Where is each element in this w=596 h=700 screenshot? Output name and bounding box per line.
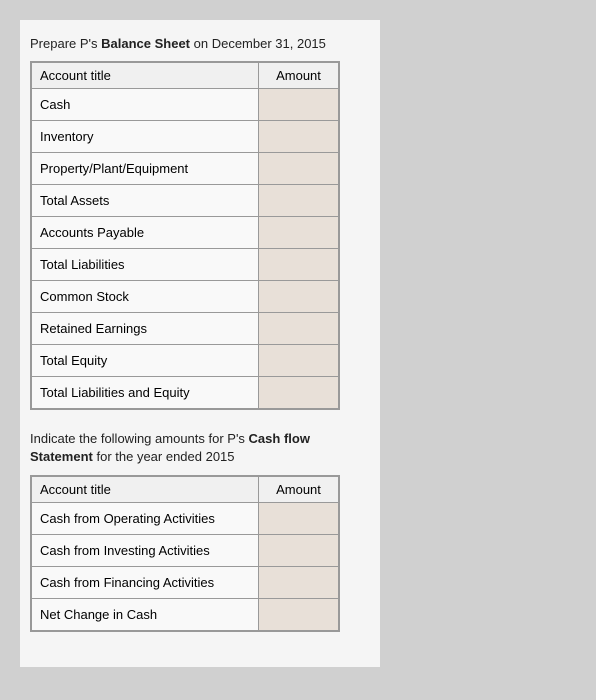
table-row: Retained Earnings: [32, 313, 339, 345]
account-label: Common Stock: [32, 281, 259, 313]
balance-sheet-table-wrapper: Account title Amount CashInventoryProper…: [30, 61, 340, 410]
balance-sheet-title: Prepare P's Balance Sheet on December 31…: [30, 35, 370, 53]
balance-sheet-section: Prepare P's Balance Sheet on December 31…: [30, 35, 370, 410]
account-label: Net Change in Cash: [32, 598, 259, 630]
balance-sheet-body: CashInventoryProperty/Plant/EquipmentTot…: [32, 89, 339, 409]
amount-cell[interactable]: [259, 566, 339, 598]
balance-sheet-table: Account title Amount CashInventoryProper…: [31, 62, 339, 409]
amount-cell[interactable]: [259, 217, 339, 249]
amount-cell[interactable]: [259, 598, 339, 630]
table-row: Cash from Operating Activities: [32, 502, 339, 534]
account-label: Total Assets: [32, 185, 259, 217]
account-label: Accounts Payable: [32, 217, 259, 249]
account-label: Inventory: [32, 121, 259, 153]
table-row: Total Liabilities: [32, 249, 339, 281]
account-title-header: Account title: [32, 63, 259, 89]
amount-cell[interactable]: [259, 89, 339, 121]
page-content: Prepare P's Balance Sheet on December 31…: [20, 20, 380, 667]
amount-cell[interactable]: [259, 281, 339, 313]
table-row: Common Stock: [32, 281, 339, 313]
table-row: Cash: [32, 89, 339, 121]
cash-flow-header-row: Account title Amount: [32, 476, 339, 502]
table-row: Cash from Financing Activities: [32, 566, 339, 598]
cash-flow-table: Account title Amount Cash from Operating…: [31, 476, 339, 631]
account-label: Total Equity: [32, 345, 259, 377]
amount-cell[interactable]: [259, 313, 339, 345]
balance-sheet-title-bold: Balance Sheet: [101, 36, 190, 51]
table-row: Net Change in Cash: [32, 598, 339, 630]
account-label: Retained Earnings: [32, 313, 259, 345]
table-row: Inventory: [32, 121, 339, 153]
balance-sheet-header-row: Account title Amount: [32, 63, 339, 89]
table-row: Total Assets: [32, 185, 339, 217]
account-label: Cash from Investing Activities: [32, 534, 259, 566]
cf-account-title-header: Account title: [32, 476, 259, 502]
amount-cell[interactable]: [259, 345, 339, 377]
amount-header: Amount: [259, 63, 339, 89]
table-row: Total Liabilities and Equity: [32, 377, 339, 409]
amount-cell[interactable]: [259, 502, 339, 534]
account-label: Cash: [32, 89, 259, 121]
account-label: Cash from Financing Activities: [32, 566, 259, 598]
amount-cell[interactable]: [259, 534, 339, 566]
cash-flow-body: Cash from Operating ActivitiesCash from …: [32, 502, 339, 630]
cash-flow-title-suffix: for the year ended 2015: [93, 449, 235, 464]
amount-cell[interactable]: [259, 185, 339, 217]
account-label: Total Liabilities and Equity: [32, 377, 259, 409]
cash-flow-section: Indicate the following amounts for P's C…: [30, 430, 370, 631]
account-label: Total Liabilities: [32, 249, 259, 281]
balance-sheet-title-prefix: Prepare P's: [30, 36, 101, 51]
amount-cell[interactable]: [259, 249, 339, 281]
amount-cell[interactable]: [259, 121, 339, 153]
account-label: Property/Plant/Equipment: [32, 153, 259, 185]
cash-flow-table-wrapper: Account title Amount Cash from Operating…: [30, 475, 340, 632]
cash-flow-title: Indicate the following amounts for P's C…: [30, 430, 370, 466]
balance-sheet-title-suffix: on December 31, 2015: [190, 36, 326, 51]
amount-cell[interactable]: [259, 153, 339, 185]
cash-flow-title-prefix: Indicate the following amounts for P's: [30, 431, 249, 446]
table-row: Accounts Payable: [32, 217, 339, 249]
table-row: Total Equity: [32, 345, 339, 377]
amount-cell[interactable]: [259, 377, 339, 409]
cf-amount-header: Amount: [259, 476, 339, 502]
account-label: Cash from Operating Activities: [32, 502, 259, 534]
table-row: Property/Plant/Equipment: [32, 153, 339, 185]
table-row: Cash from Investing Activities: [32, 534, 339, 566]
